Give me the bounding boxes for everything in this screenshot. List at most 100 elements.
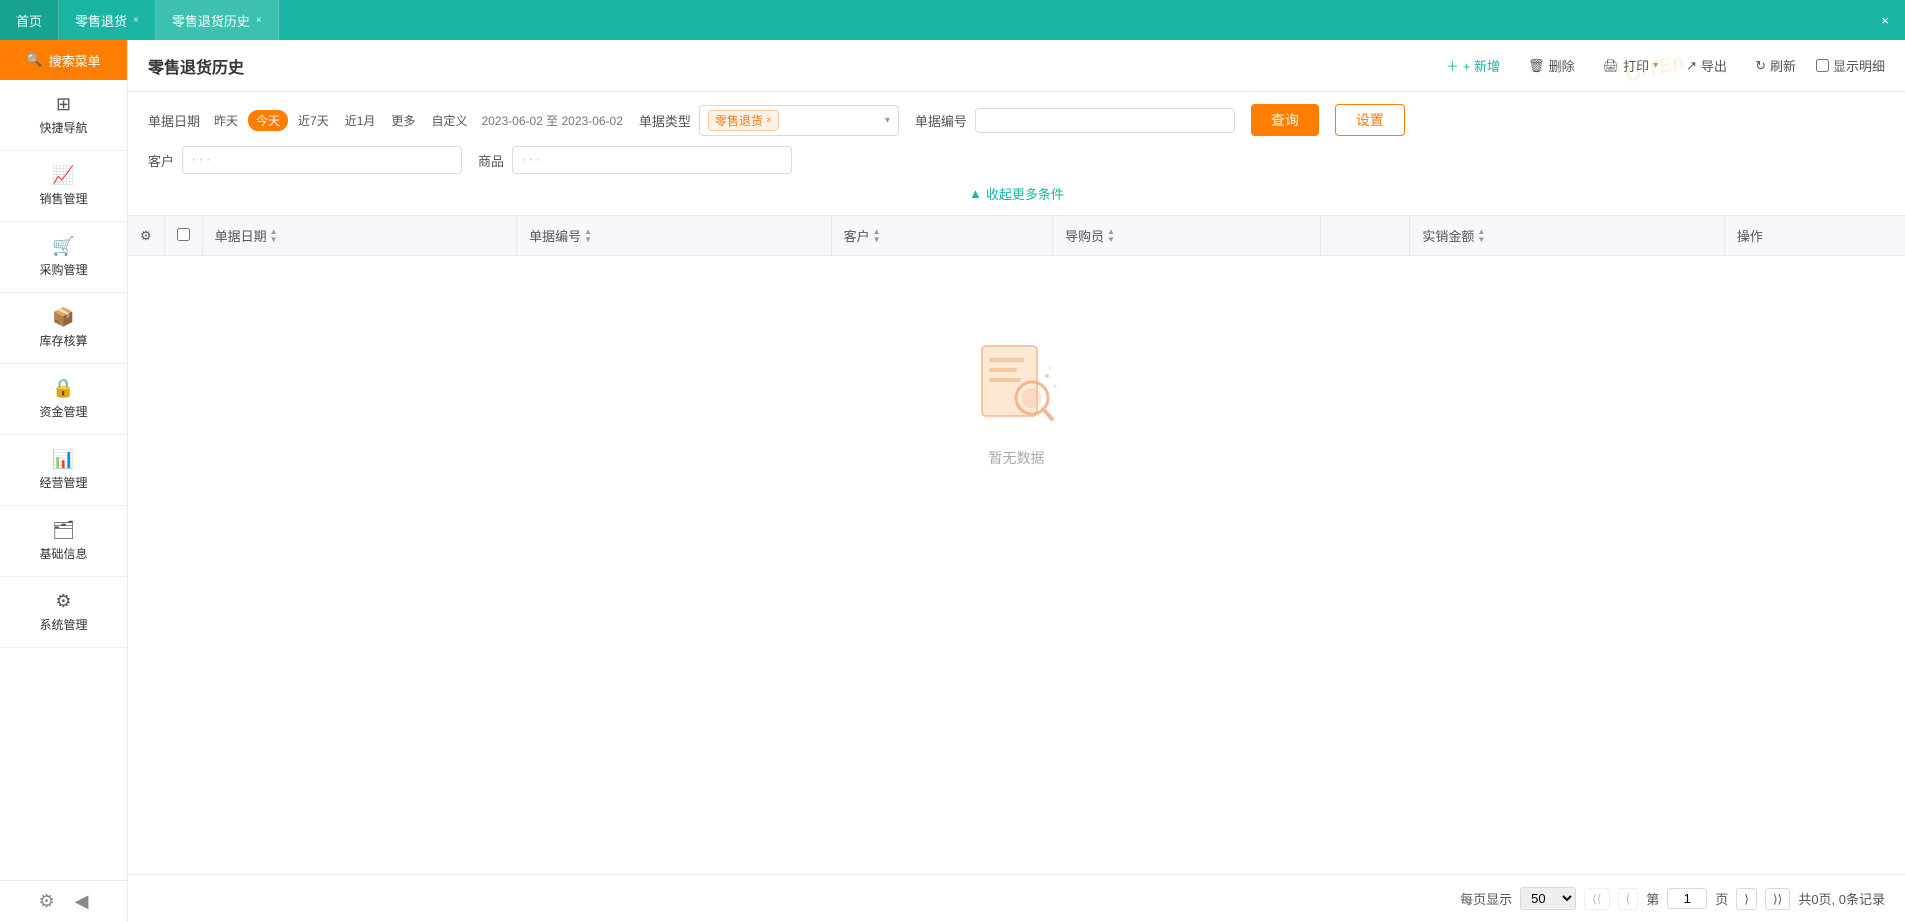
th-spacer (1320, 216, 1409, 256)
date-btn-more[interactable]: 更多 (385, 110, 421, 131)
th-guide-sort[interactable]: 导购员 ▲▼ (1065, 226, 1308, 245)
tab-bar: 首页 零售退货 × 零售退货历史 × (0, 0, 1881, 40)
page-first-button[interactable]: ⟨⟨ (1584, 888, 1609, 910)
export-icon: ↗ (1686, 58, 1697, 74)
date-btn-yesterday[interactable]: 昨天 (208, 110, 244, 131)
new-icon: ＋ (1446, 56, 1459, 75)
tab-retail-return-close[interactable]: × (133, 15, 139, 26)
date-btn-1month[interactable]: 近1月 (339, 110, 382, 131)
sidebar-search-label: 搜索菜单 (49, 51, 101, 70)
customer-label: 客户 (148, 151, 174, 170)
th-customer-label: 客户 (844, 226, 870, 245)
sidebar-item-purchase-mgmt-label: 采购管理 (39, 261, 87, 278)
goods-label: 商品 (478, 151, 504, 170)
collapse-label: 收起更多条件 (986, 184, 1064, 203)
page-input[interactable] (1667, 888, 1707, 909)
sort-arrows-doc-no: ▲▼ (584, 228, 592, 244)
th-doc-date-sort[interactable]: 单据日期 ▲▼ (215, 226, 504, 245)
doc-type-select[interactable]: 零售退货 × ▾ (699, 105, 899, 136)
th-customer-sort[interactable]: 客户 ▲▼ (844, 226, 1040, 245)
date-btn-custom[interactable]: 自定义 (425, 110, 473, 131)
export-label: 导出 (1701, 56, 1727, 75)
goods-select[interactable]: ··· (512, 146, 792, 174)
sidebar-item-quick-nav-label: 快捷导航 (39, 119, 87, 136)
sidebar-item-purchase-mgmt[interactable]: 🛒 采购管理 (0, 222, 127, 293)
sidebar-item-inventory[interactable]: 📦 库存核算 (0, 293, 127, 364)
refresh-button[interactable]: ↻ 刷新 (1747, 52, 1804, 79)
tab-retail-return[interactable]: 零售退货 × (59, 0, 156, 40)
per-page-select[interactable]: 50 10 20 100 (1520, 887, 1576, 910)
new-label: + 新增 (1463, 56, 1500, 75)
th-guide[interactable]: 导购员 ▲▼ (1053, 216, 1321, 256)
th-doc-no-sort[interactable]: 单据编号 ▲▼ (529, 226, 818, 245)
display-toggle-checkbox[interactable] (1816, 59, 1829, 72)
date-buttons: 昨天 今天 近7天 近1月 更多 自定义 (208, 110, 473, 131)
date-btn-today[interactable]: 今天 (248, 110, 288, 131)
th-customer[interactable]: 客户 ▲▼ (831, 216, 1052, 256)
customer-select[interactable]: ··· (182, 146, 462, 174)
sidebar-search[interactable]: 🔍 搜索菜单 (0, 40, 127, 80)
sort-arrows-doc-date: ▲▼ (270, 228, 278, 244)
set-button[interactable]: 设置 (1335, 104, 1405, 136)
sidebar-items: ⊞ 快捷导航 📈 销售管理 🛒 采购管理 📦 库存核算 🔒 资金管理 📊 (0, 80, 127, 880)
sidebar-item-finance[interactable]: 🔒 资金管理 (0, 364, 127, 435)
refresh-icon: ↻ (1755, 58, 1766, 74)
purchase-mgmt-icon: 🛒 (52, 236, 74, 257)
th-doc-no[interactable]: 单据编号 ▲▼ (517, 216, 831, 256)
select-all-checkbox[interactable] (177, 228, 190, 241)
pagination-bar: 每页显示 50 10 20 100 ⟨⟨ ⟨ 第 页 ⟩ ⟩⟩ 共0页, 0条记… (128, 874, 1905, 922)
th-amount-sort[interactable]: 实销金额 ▲▼ (1422, 226, 1711, 245)
tab-home[interactable]: 首页 (0, 0, 59, 40)
table-header-row: ⚙ 单据日期 ▲▼ 单据编号 (128, 216, 1905, 256)
page-last-button[interactable]: ⟩⟩ (1765, 888, 1790, 910)
th-checkbox[interactable] (164, 216, 202, 256)
search-icon: 🔍 (26, 52, 42, 68)
refresh-label: 刷新 (1770, 56, 1796, 75)
sidebar-item-basic-info[interactable]: 🗂 基础信息 (0, 506, 127, 577)
page-label: 第 (1646, 889, 1659, 908)
table-area: ⚙ 单据日期 ▲▼ 单据编号 (128, 216, 1905, 874)
finance-icon: 🔒 (52, 378, 74, 399)
display-toggle[interactable]: 显示明细 (1816, 56, 1885, 75)
tab-retail-return-history-close[interactable]: × (256, 15, 262, 26)
sidebar-item-system-mgmt-label: 系统管理 (39, 616, 87, 633)
th-amount[interactable]: 实销金额 ▲▼ (1410, 216, 1724, 256)
empty-svg (967, 336, 1067, 436)
date-btn-7days[interactable]: 近7天 (292, 110, 335, 131)
export-button[interactable]: ↗ 导出 (1678, 52, 1735, 79)
settings-icon[interactable]: ⚙ (39, 891, 55, 912)
sidebar: 🔍 搜索菜单 ⊞ 快捷导航 📈 销售管理 🛒 采购管理 📦 库存核算 🔒 (0, 40, 128, 922)
sidebar-item-system-mgmt[interactable]: ⚙ 系统管理 (0, 577, 127, 648)
collapse-sidebar-icon[interactable]: ◀ (75, 891, 89, 912)
th-doc-date[interactable]: 单据日期 ▲▼ (202, 216, 516, 256)
page-actions: ＋ + 新增 🗑 删除 🖨 打印 ▾ ↗ 导出 ↻ (1438, 52, 1885, 79)
collapse-filter-btn[interactable]: ▲ 收起更多条件 (148, 184, 1885, 203)
quick-nav-icon: ⊞ (56, 94, 71, 115)
system-mgmt-icon: ⚙ (55, 591, 71, 612)
doc-no-input[interactable] (975, 108, 1235, 133)
th-gear[interactable]: ⚙ (128, 216, 164, 256)
collapse-icon: ▲ (969, 186, 982, 201)
date-label: 单据日期 (148, 111, 200, 130)
filter-group-goods: 商品 ··· (478, 146, 792, 174)
new-button[interactable]: ＋ + 新增 (1438, 52, 1508, 79)
date-range-display: 2023-06-02 至 2023-06-02 (481, 112, 622, 129)
delete-label: 删除 (1549, 56, 1575, 75)
doc-type-label: 单据类型 (639, 111, 691, 130)
tab-retail-return-history[interactable]: 零售退货历史 × (156, 0, 279, 40)
doc-type-tag-close[interactable]: × (766, 115, 772, 126)
sidebar-item-quick-nav[interactable]: ⊞ 快捷导航 (0, 80, 127, 151)
filter-group-customer: 客户 ··· (148, 146, 462, 174)
page-prev-button[interactable]: ⟨ (1618, 888, 1639, 910)
top-bar-close[interactable]: × (1881, 13, 1905, 28)
display-toggle-label: 显示明细 (1833, 56, 1885, 75)
page-next-button[interactable]: ⟩ (1736, 888, 1757, 910)
basic-info-icon: 🗂 (52, 520, 75, 541)
goods-dots: ··· (521, 151, 543, 169)
delete-button[interactable]: 🗑 删除 (1520, 52, 1583, 79)
query-button[interactable]: 查询 (1251, 104, 1319, 136)
sidebar-item-sales-mgmt[interactable]: 📈 销售管理 (0, 151, 127, 222)
print-button[interactable]: 🖨 打印 ▾ (1595, 52, 1667, 79)
page-header: 零售退货历史 ＋ + 新增 🗑 删除 🖨 打印 ▾ ↗ 导出 (128, 40, 1905, 92)
sidebar-item-operations[interactable]: 📊 经营管理 (0, 435, 127, 506)
